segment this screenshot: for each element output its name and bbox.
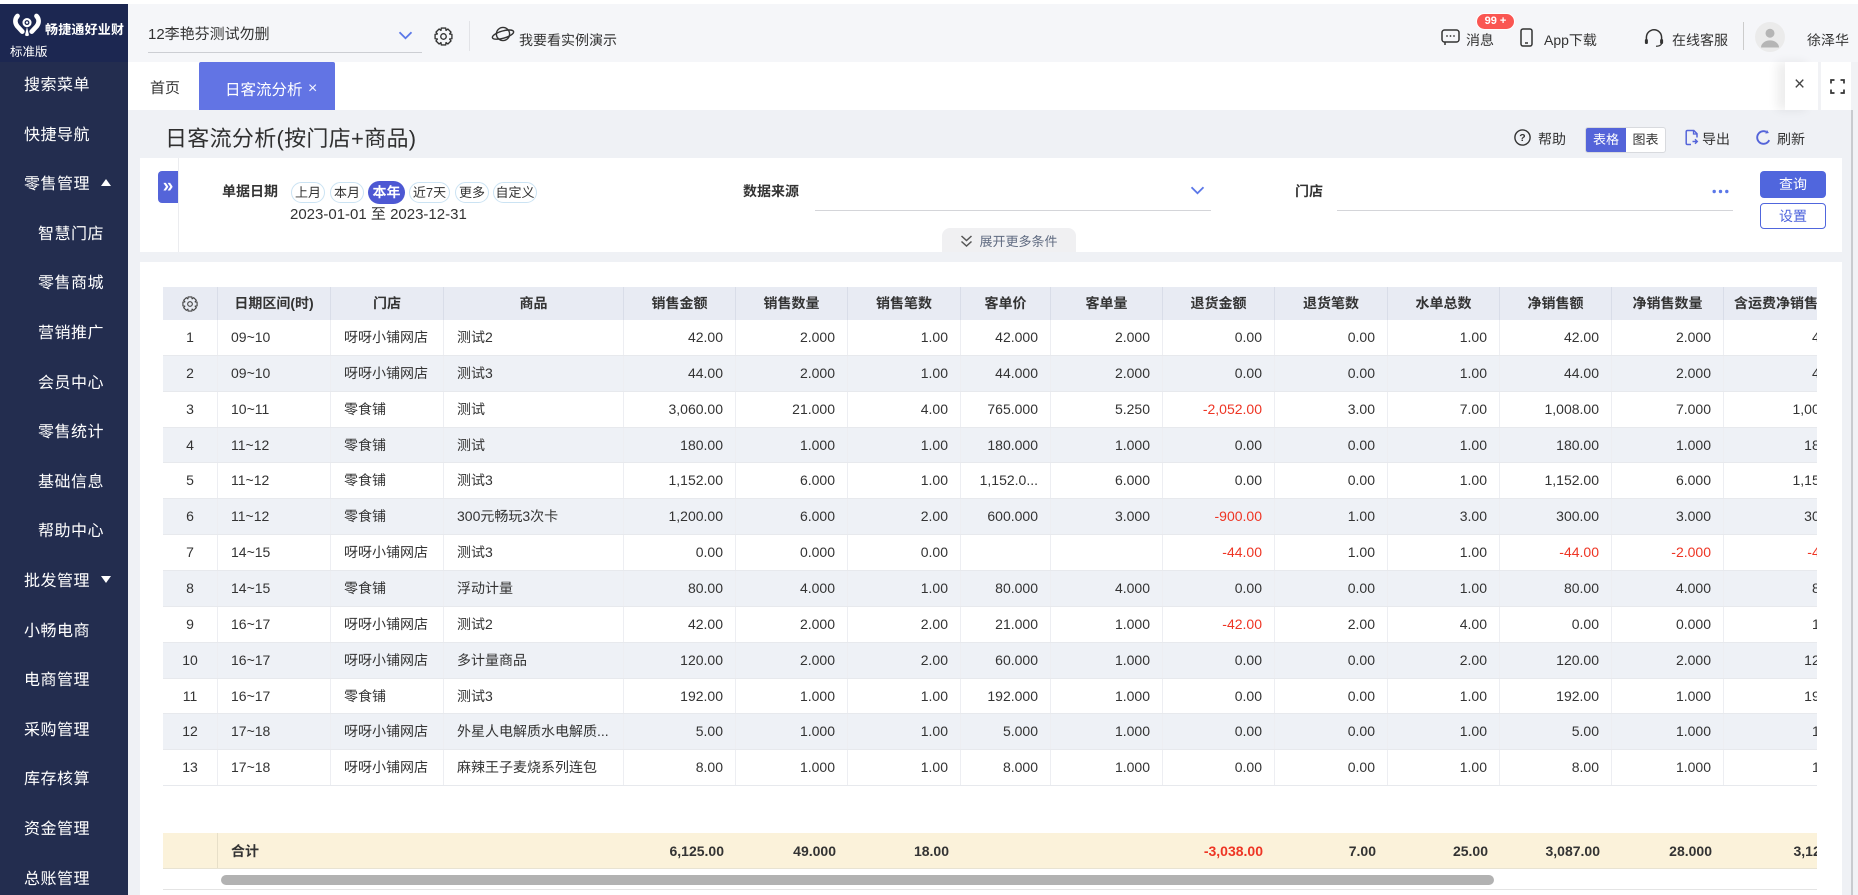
svg-text:?: ? (1519, 132, 1525, 144)
